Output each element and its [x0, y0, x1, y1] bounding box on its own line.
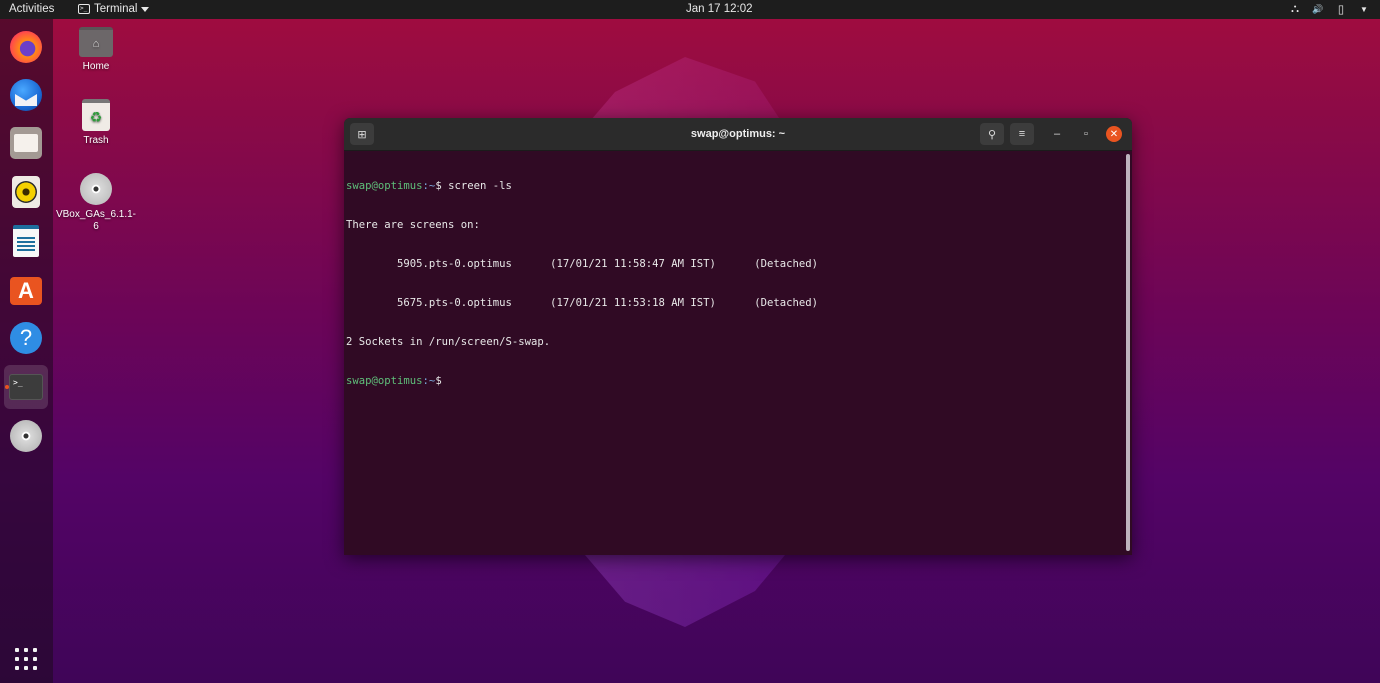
dock: A ? >_ [0, 19, 53, 683]
dock-item-files[interactable] [4, 121, 48, 165]
terminal-line: 5905.pts-0.optimus (17/01/21 11:58:47 AM… [346, 258, 818, 270]
grid-dot [24, 657, 28, 661]
dock-item-software[interactable]: A [4, 267, 48, 311]
grid-dot [24, 666, 28, 670]
wallpaper-shape-bottom [585, 555, 785, 627]
grid-dot [15, 666, 19, 670]
grid-dot [24, 648, 28, 652]
desktop-icon-label: Trash [83, 135, 109, 146]
grid-dot [33, 648, 37, 652]
new-tab-button[interactable]: ⊞ [350, 123, 374, 145]
dock-item-vbox-disc[interactable] [4, 414, 48, 458]
system-tray[interactable]: ⛬ 🔊 ▯ ▼ [1289, 2, 1370, 17]
grid-dot [33, 666, 37, 670]
terminal-icon: >_ [9, 374, 43, 400]
terminal-header-bar[interactable]: ⊞ swap@optimus: ~ ⚲ ≡ – ▫ ✕ [344, 118, 1132, 151]
dock-item-help[interactable]: ? [4, 316, 48, 360]
grid-dot [33, 657, 37, 661]
files-icon [10, 127, 42, 159]
dock-item-firefox[interactable] [4, 25, 48, 69]
terminal-line: 5675.pts-0.optimus (17/01/21 11:53:18 AM… [346, 297, 818, 309]
prompt-path: :~ [422, 180, 436, 192]
desktop-icon-vbox[interactable]: VBox_GAs_6.1.1-6 [51, 173, 141, 233]
terminal-line: 2 Sockets in /run/screen/S-swap. [346, 336, 551, 348]
dock-item-rhythmbox[interactable] [4, 170, 48, 214]
thunderbird-icon [10, 79, 42, 111]
terminal-line: swap@optimus:~$ screen -ls [346, 180, 1122, 193]
command-text: $ [435, 375, 449, 387]
top-bar: Activities >_ Terminal Jan 17 12:02 ⛬ 🔊 … [0, 0, 1380, 19]
writer-icon [13, 225, 39, 257]
desktop-icon-label: VBox_GAs_6.1.1-6 [55, 209, 137, 232]
battery-icon: ▯ [1337, 4, 1345, 16]
help-icon: ? [10, 322, 42, 354]
activities-button[interactable]: Activities [9, 3, 54, 15]
firefox-icon [10, 31, 42, 63]
app-menu-label: Terminal [94, 3, 138, 15]
terminal-line: There are screens on: [346, 219, 480, 231]
desktop-icon-trash[interactable]: ♻ Trash [51, 99, 141, 146]
window-title: swap@optimus: ~ [690, 128, 786, 140]
chevron-down-icon [141, 6, 150, 12]
clock[interactable]: Jan 17 12:02 [686, 3, 753, 15]
trash-icon: ♻ [82, 99, 110, 131]
prompt-user: swap@optimus [346, 180, 423, 192]
disc-icon [10, 420, 42, 452]
dock-item-terminal[interactable]: >_ [4, 365, 48, 409]
rhythmbox-icon [12, 176, 40, 208]
show-applications-button[interactable] [15, 648, 37, 670]
minimize-button[interactable]: – [1049, 126, 1065, 142]
prompt-path: :~ [422, 375, 436, 387]
terminal-output[interactable]: swap@optimus:~$ screen -ls There are scr… [344, 152, 1124, 555]
dock-item-thunderbird[interactable] [4, 73, 48, 117]
command-text: $ screen -ls [435, 180, 512, 192]
dock-item-writer[interactable] [4, 219, 48, 263]
app-menu-button[interactable]: >_ Terminal [78, 3, 150, 15]
terminal-app-icon: >_ [78, 4, 90, 14]
grid-dot [15, 657, 19, 661]
scrollbar[interactable] [1126, 154, 1130, 551]
search-button[interactable]: ⚲ [980, 123, 1004, 145]
volume-icon: 🔊 [1312, 3, 1324, 14]
terminal-window[interactable]: ⊞ swap@optimus: ~ ⚲ ≡ – ▫ ✕ swap@optimus… [344, 118, 1132, 555]
close-button[interactable]: ✕ [1106, 126, 1122, 142]
terminal-line: swap@optimus:~$ [346, 375, 1122, 388]
running-indicator [5, 385, 9, 389]
grid-dot [15, 648, 19, 652]
home-folder-icon: ⌂ [79, 27, 113, 57]
system-menu-caret-icon: ▼ [1360, 4, 1368, 14]
software-icon: A [10, 277, 42, 305]
maximize-button[interactable]: ▫ [1078, 126, 1094, 142]
desktop-icon-home[interactable]: ⌂ Home [51, 27, 141, 72]
network-icon: ⛬ [1290, 2, 1300, 15]
disc-icon [80, 173, 112, 205]
hamburger-menu-button[interactable]: ≡ [1010, 123, 1034, 145]
wallpaper-shape-top [585, 57, 785, 127]
desktop-icon-label: Home [82, 61, 110, 72]
prompt-user: swap@optimus [346, 375, 423, 387]
